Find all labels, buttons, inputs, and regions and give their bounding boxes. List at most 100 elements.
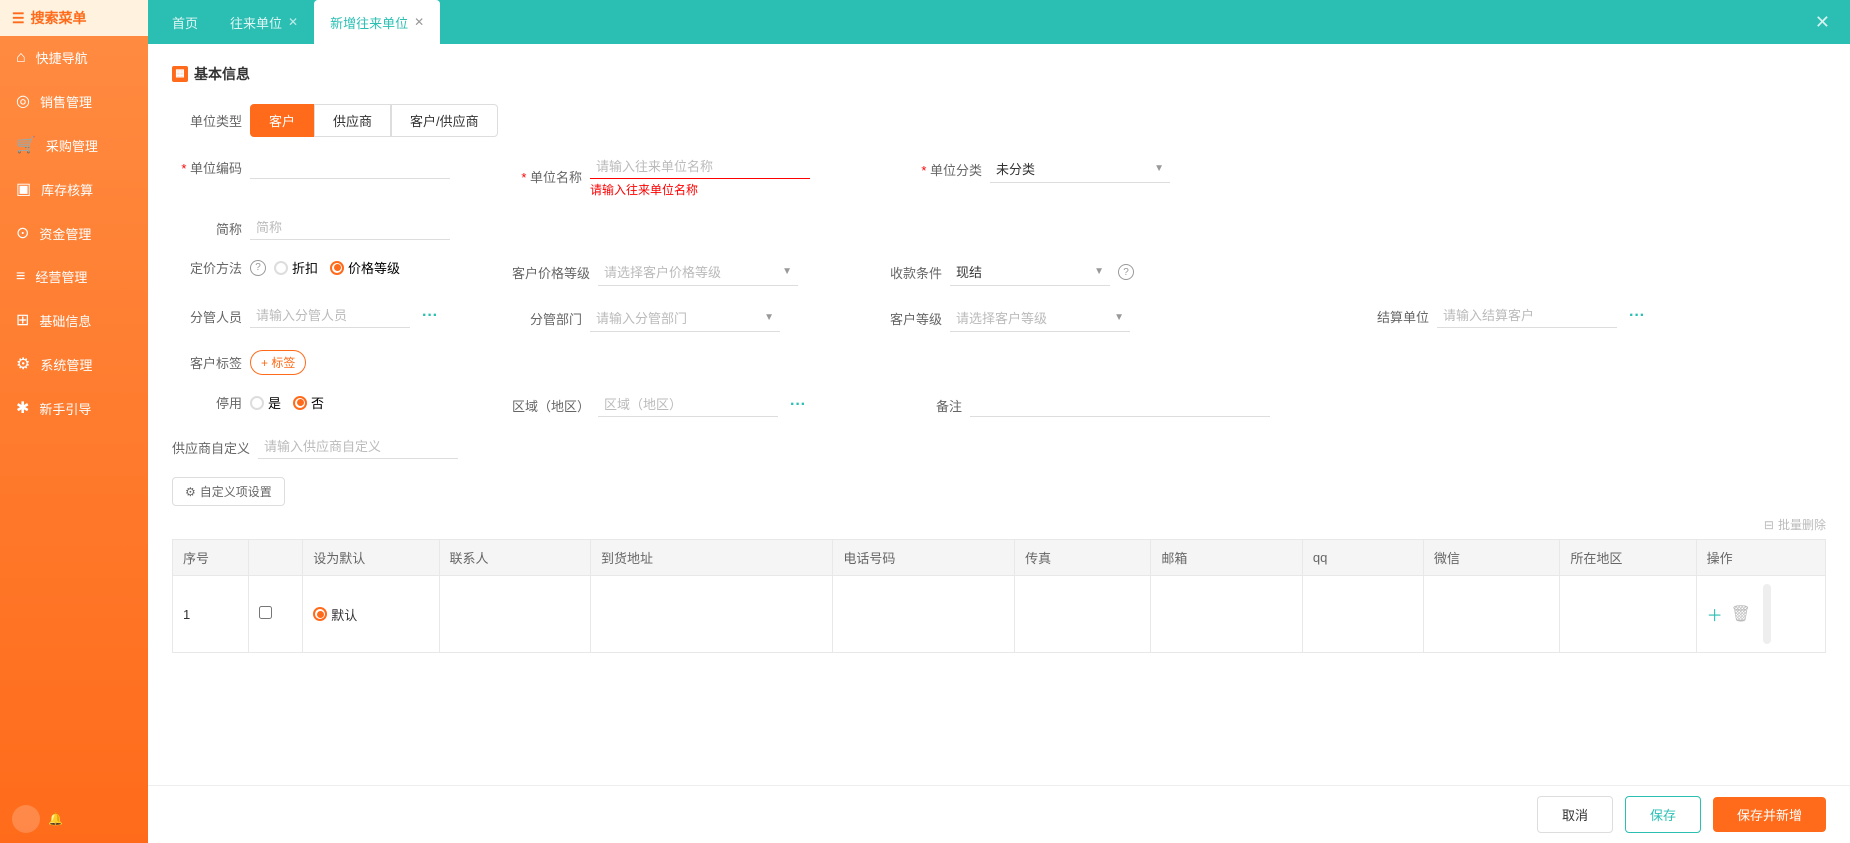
sidebar-item-label: 系统管理 xyxy=(40,355,92,374)
qq-input[interactable] xyxy=(1313,607,1413,622)
cell-wechat[interactable] xyxy=(1424,576,1560,653)
unit-btn-supplier[interactable]: 供应商 xyxy=(314,104,391,137)
cell-region[interactable] xyxy=(1560,576,1696,653)
address-input[interactable] xyxy=(601,607,822,622)
settings-icon: ⚙ xyxy=(185,485,196,499)
fax-input[interactable] xyxy=(1025,607,1140,622)
add-tag-button[interactable]: + 标签 xyxy=(250,350,306,375)
cell-checkbox[interactable] xyxy=(248,576,303,653)
custom-settings-button[interactable]: ⚙ 自定义项设置 xyxy=(172,477,285,506)
region-more[interactable]: ··· xyxy=(786,396,810,414)
department-select[interactable]: 请输入分管部门 ▼ xyxy=(590,304,780,332)
batch-delete-icon: ⊟ xyxy=(1764,518,1774,532)
cell-qq[interactable] xyxy=(1302,576,1423,653)
pricing-radio-group: 折扣 价格等级 xyxy=(274,258,400,277)
customer-level-field: 客户等级 请选择客户等级 ▼ xyxy=(872,304,1339,332)
disabled-radio-group: 是 否 xyxy=(250,393,324,412)
tags-row: 客户标签 + 标签 xyxy=(172,350,1826,375)
sidebar-item-finance[interactable]: ⊙ 资金管理 xyxy=(0,211,148,255)
radio-yes[interactable]: 是 xyxy=(250,393,281,412)
sidebar-bottom: 🔔 xyxy=(0,795,148,843)
customer-level-select[interactable]: 请选择客户等级 ▼ xyxy=(950,304,1130,332)
collection-terms-select[interactable]: 现结 ▼ xyxy=(950,258,1110,286)
save-new-button[interactable]: 保存并新增 xyxy=(1713,797,1826,832)
email-input[interactable] xyxy=(1161,607,1291,622)
unit-category-arrow: ▼ xyxy=(1154,163,1164,174)
close-all-tabs[interactable]: ✕ xyxy=(1803,12,1842,33)
tab-new-partner-close[interactable]: ✕ xyxy=(414,15,424,29)
unit-btn-customer[interactable]: 客户 xyxy=(250,104,314,137)
sidebar-item-label: 采购管理 xyxy=(46,136,98,155)
phone-input[interactable] xyxy=(843,607,1004,622)
manager-input[interactable] xyxy=(250,304,410,328)
tab-partner-list[interactable]: 往来单位 ✕ xyxy=(214,0,314,44)
radio-price-level[interactable]: 价格等级 xyxy=(330,258,400,277)
default-radio-label: 默认 xyxy=(331,605,357,624)
save-button[interactable]: 保存 xyxy=(1625,796,1701,833)
pricing-method-help[interactable]: ? xyxy=(250,260,266,276)
sidebar-item-sales-mgmt[interactable]: ◎ 销售管理 xyxy=(0,79,148,123)
customer-price-level-select[interactable]: 请选择客户价格等级 ▼ xyxy=(598,258,798,286)
abbreviation-input[interactable] xyxy=(250,216,450,240)
settlement-more[interactable]: ··· xyxy=(1625,307,1649,325)
supplier-custom-input[interactable] xyxy=(258,435,458,459)
settlement-unit-input[interactable] xyxy=(1437,304,1617,328)
radio-no[interactable]: 否 xyxy=(293,393,324,412)
unit-name-label: 单位名称 xyxy=(512,167,582,186)
unit-name-input[interactable] xyxy=(590,155,810,179)
unit-code-input[interactable]: 000009 xyxy=(250,155,450,179)
sidebar-item-system-mgmt[interactable]: ⚙ 系统管理 xyxy=(0,342,148,386)
table-row: 1 默认 xyxy=(173,576,1826,653)
manager-more[interactable]: ··· xyxy=(418,307,442,325)
region-input[interactable] xyxy=(598,393,778,417)
sidebar-item-inventory[interactable]: ▣ 库存核算 xyxy=(0,167,148,211)
cell-email[interactable] xyxy=(1151,576,1302,653)
sidebar-item-quick-nav[interactable]: ⌂ 快捷导航 xyxy=(0,36,148,79)
settlement-unit-label: 结算单位 xyxy=(1359,307,1429,326)
sidebar-item-purchase-mgmt[interactable]: 🛒 采购管理 xyxy=(0,123,148,167)
sidebar-item-label: 基础信息 xyxy=(39,311,91,330)
department-placeholder: 请输入分管部门 xyxy=(596,308,764,327)
tab-new-partner[interactable]: 新增往来单位 ✕ xyxy=(314,0,440,44)
cell-phone[interactable] xyxy=(833,576,1015,653)
department-arrow: ▼ xyxy=(764,312,774,323)
radio-discount[interactable]: 折扣 xyxy=(274,258,318,277)
footer: 取消 保存 保存并新增 xyxy=(148,785,1850,843)
search-menu[interactable]: ☰ 搜索菜单 xyxy=(0,0,148,36)
section-title-label: 基本信息 xyxy=(194,64,250,84)
table-body: 1 默认 xyxy=(173,576,1826,653)
add-row-button[interactable]: ＋ xyxy=(1707,602,1723,626)
unit-name-field: 单位名称 请输入往来单位名称 xyxy=(512,155,892,198)
pricing-method-field: 定价方法 ? 折扣 价格等级 xyxy=(172,258,512,277)
department-field: 分管部门 请输入分管部门 ▼ xyxy=(512,304,852,332)
batch-delete-area: ⊟ 批量删除 xyxy=(172,516,1826,533)
unit-btn-both[interactable]: 客户/供应商 xyxy=(391,104,498,137)
remarks-input[interactable] xyxy=(970,393,1270,417)
row-checkbox[interactable] xyxy=(259,606,272,619)
sidebar-item-basic-info[interactable]: ⊞ 基础信息 xyxy=(0,298,148,342)
col-email: 邮箱 xyxy=(1151,540,1302,576)
tab-home[interactable]: 首页 xyxy=(156,0,214,44)
contact-input[interactable] xyxy=(450,607,580,622)
sound-icon: 🔔 xyxy=(48,812,63,826)
sidebar-item-new-guide[interactable]: ✱ 新手引导 xyxy=(0,386,148,430)
sidebar-item-operations[interactable]: ≡ 经营管理 xyxy=(0,255,148,298)
col-default: 设为默认 xyxy=(303,540,439,576)
delete-row-button[interactable]: 🗑 xyxy=(1731,604,1751,624)
cell-address[interactable] xyxy=(591,576,833,653)
section-icon: ▦ xyxy=(172,66,188,82)
wechat-input[interactable] xyxy=(1434,607,1549,622)
col-fax: 传真 xyxy=(1015,540,1151,576)
unit-category-select[interactable]: 未分类 ▼ xyxy=(990,155,1170,183)
region-cell-input[interactable] xyxy=(1570,607,1685,622)
batch-delete-label[interactable]: 批量删除 xyxy=(1778,516,1826,533)
contact-table: 序号 设为默认 联系人 到货地址 电话号码 传真 邮箱 qq 微信 所在地区 操… xyxy=(172,539,1826,653)
cell-fax[interactable] xyxy=(1015,576,1151,653)
default-radio[interactable]: 默认 xyxy=(313,605,428,624)
cancel-button[interactable]: 取消 xyxy=(1537,796,1613,833)
region-label: 区域（地区） xyxy=(512,396,590,415)
tab-partner-list-close[interactable]: ✕ xyxy=(288,15,298,29)
collection-terms-help[interactable]: ? xyxy=(1118,264,1134,280)
cell-contact[interactable] xyxy=(439,576,590,653)
purchase-icon: 🛒 xyxy=(16,135,36,155)
